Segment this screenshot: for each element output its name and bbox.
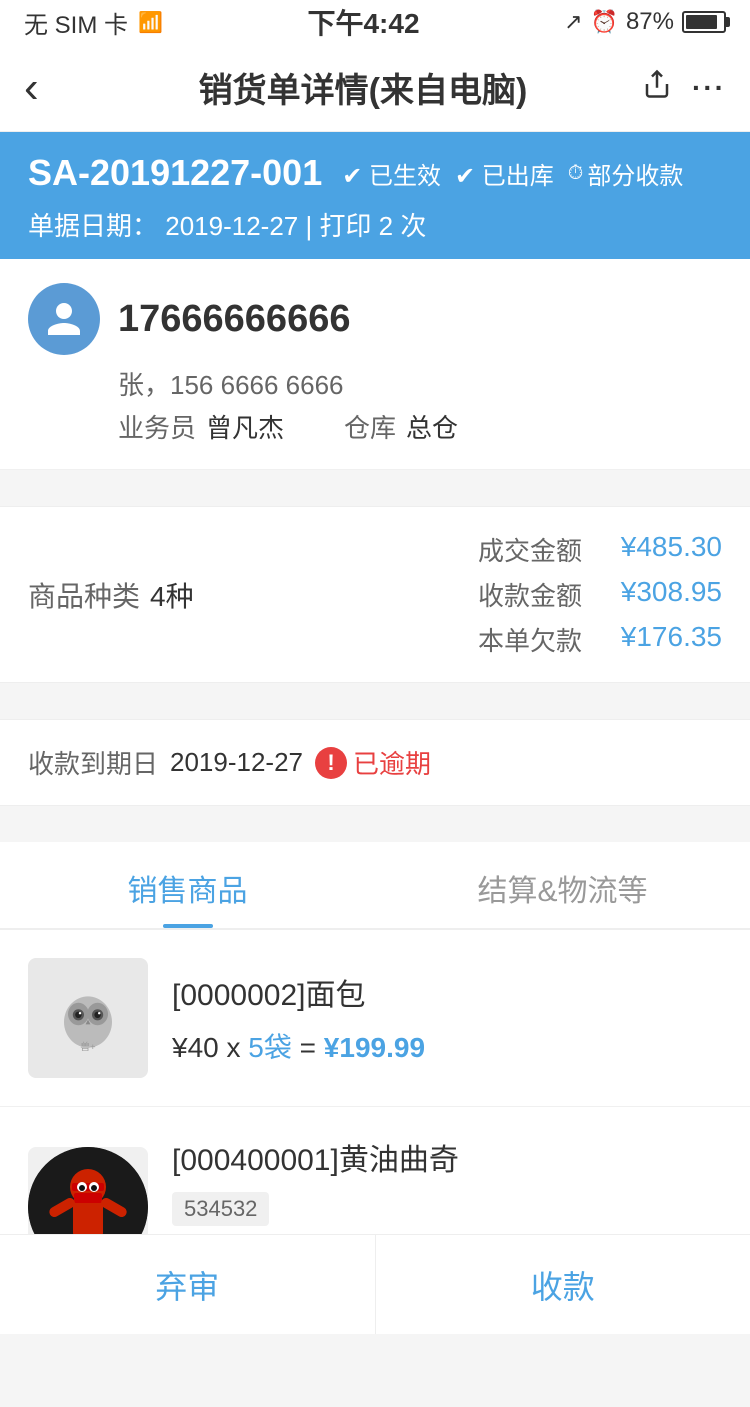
- status-bar: 无 SIM 卡 📶 下午4:42 ↗ ⏰ 87%: [0, 0, 750, 44]
- product-unit-price: ¥40: [172, 1032, 219, 1063]
- page-title: 销货单详情(来自电脑): [84, 63, 642, 112]
- deal-amount-value: ¥485.30: [602, 531, 722, 568]
- status-time: 下午4:42: [307, 2, 419, 42]
- product-types-value: 4种: [150, 575, 194, 615]
- collect-payment-button[interactable]: 收款: [376, 1235, 750, 1334]
- product-qty: 5袋: [248, 1032, 292, 1063]
- status-left: 无 SIM 卡 📶: [24, 5, 163, 40]
- warehouse-label: 仓库: [344, 408, 396, 445]
- debt-value: ¥176.35: [602, 621, 722, 658]
- staff-name: 曾凡杰: [206, 408, 284, 445]
- tab-bar: 销售商品 结算&物流等: [0, 842, 750, 930]
- deal-amount-label: 成交金额: [478, 531, 582, 568]
- cancel-review-button[interactable]: 弃审: [0, 1235, 376, 1334]
- order-date-info: 单据日期： 2019-12-27 | 打印 2 次: [28, 206, 722, 243]
- overdue-label: 已逾期: [353, 744, 431, 781]
- more-button[interactable]: ···: [692, 72, 726, 104]
- alarm-icon: ⏰: [591, 9, 618, 35]
- order-number: SA-20191227-001: [28, 152, 322, 194]
- back-button[interactable]: ‹: [24, 63, 84, 113]
- battery-icon: [682, 11, 726, 33]
- customer-contact: 张，156 6666 6666: [118, 365, 722, 402]
- overdue-icon: !: [315, 747, 347, 779]
- product-thumbnail: 兽+: [28, 958, 148, 1078]
- summary-section: 商品种类 4种 成交金额 ¥485.30 收款金额 ¥308.95 本单欠款 ¥…: [0, 506, 750, 683]
- bottom-bar: 弃审 收款: [0, 1234, 750, 1334]
- due-section: 收款到期日 2019-12-27 ! 已逾期: [0, 719, 750, 806]
- due-label: 收款到期日: [28, 744, 158, 781]
- warehouse-name: 总仓: [406, 408, 458, 445]
- carrier-text: 无 SIM 卡: [24, 5, 128, 40]
- collected-value: ¥308.95: [602, 576, 722, 613]
- nav-bar: ‹ 销货单详情(来自电脑) ···: [0, 44, 750, 132]
- order-tags: ✔ 已生效 ✔ 已出库 ⏱ 部分收款: [342, 156, 683, 191]
- customer-name: 17666666666: [118, 298, 350, 341]
- customer-avatar: [28, 283, 100, 355]
- tag-shipped: ✔ 已出库: [455, 156, 554, 191]
- tab-settlement[interactable]: 结算&物流等: [375, 842, 750, 928]
- debt-label: 本单欠款: [478, 621, 582, 658]
- table-row: 兽+ [0000002]面包 ¥40 x 5袋 = ¥199.99: [0, 930, 750, 1107]
- tab-sales-products[interactable]: 销售商品: [0, 842, 375, 928]
- overdue-badge: ! 已逾期: [315, 744, 431, 781]
- svg-text:兽+: 兽+: [80, 1041, 96, 1053]
- product-name: [000400001]黄油曲奇: [172, 1135, 722, 1179]
- tag-partial-payment: ⏱ 部分收款: [568, 156, 684, 191]
- product-name: [0000002]面包: [172, 970, 722, 1014]
- nav-actions: ···: [642, 69, 726, 107]
- share-button[interactable]: [642, 69, 672, 107]
- tag-effective: ✔ 已生效: [342, 156, 441, 191]
- wifi-icon: 📶: [138, 10, 163, 35]
- status-right: ↗ ⏰ 87%: [564, 8, 726, 36]
- collected-label: 收款金额: [478, 576, 582, 613]
- battery-percent: 87%: [626, 8, 674, 36]
- due-date: 2019-12-27: [170, 747, 303, 778]
- customer-section: 17666666666 张，156 6666 6666 业务员 曾凡杰 仓库 总…: [0, 259, 750, 470]
- product-types-label: 商品种类: [28, 575, 140, 615]
- product-total: ¥199.99: [324, 1032, 425, 1063]
- location-icon: ↗: [564, 9, 582, 35]
- summary-amounts: 成交金额 ¥485.30 收款金额 ¥308.95 本单欠款 ¥176.35: [478, 531, 722, 658]
- staff-label: 业务员: [118, 408, 196, 445]
- header-banner: SA-20191227-001 ✔ 已生效 ✔ 已出库 ⏱ 部分收款 单据日期：…: [0, 132, 750, 259]
- customer-meta: 业务员 曾凡杰 仓库 总仓: [118, 408, 722, 445]
- product-sku: 534532: [172, 1192, 269, 1226]
- product-price: ¥40 x 5袋 = ¥199.99: [172, 1026, 722, 1066]
- product-info: [0000002]面包 ¥40 x 5袋 = ¥199.99: [172, 970, 722, 1066]
